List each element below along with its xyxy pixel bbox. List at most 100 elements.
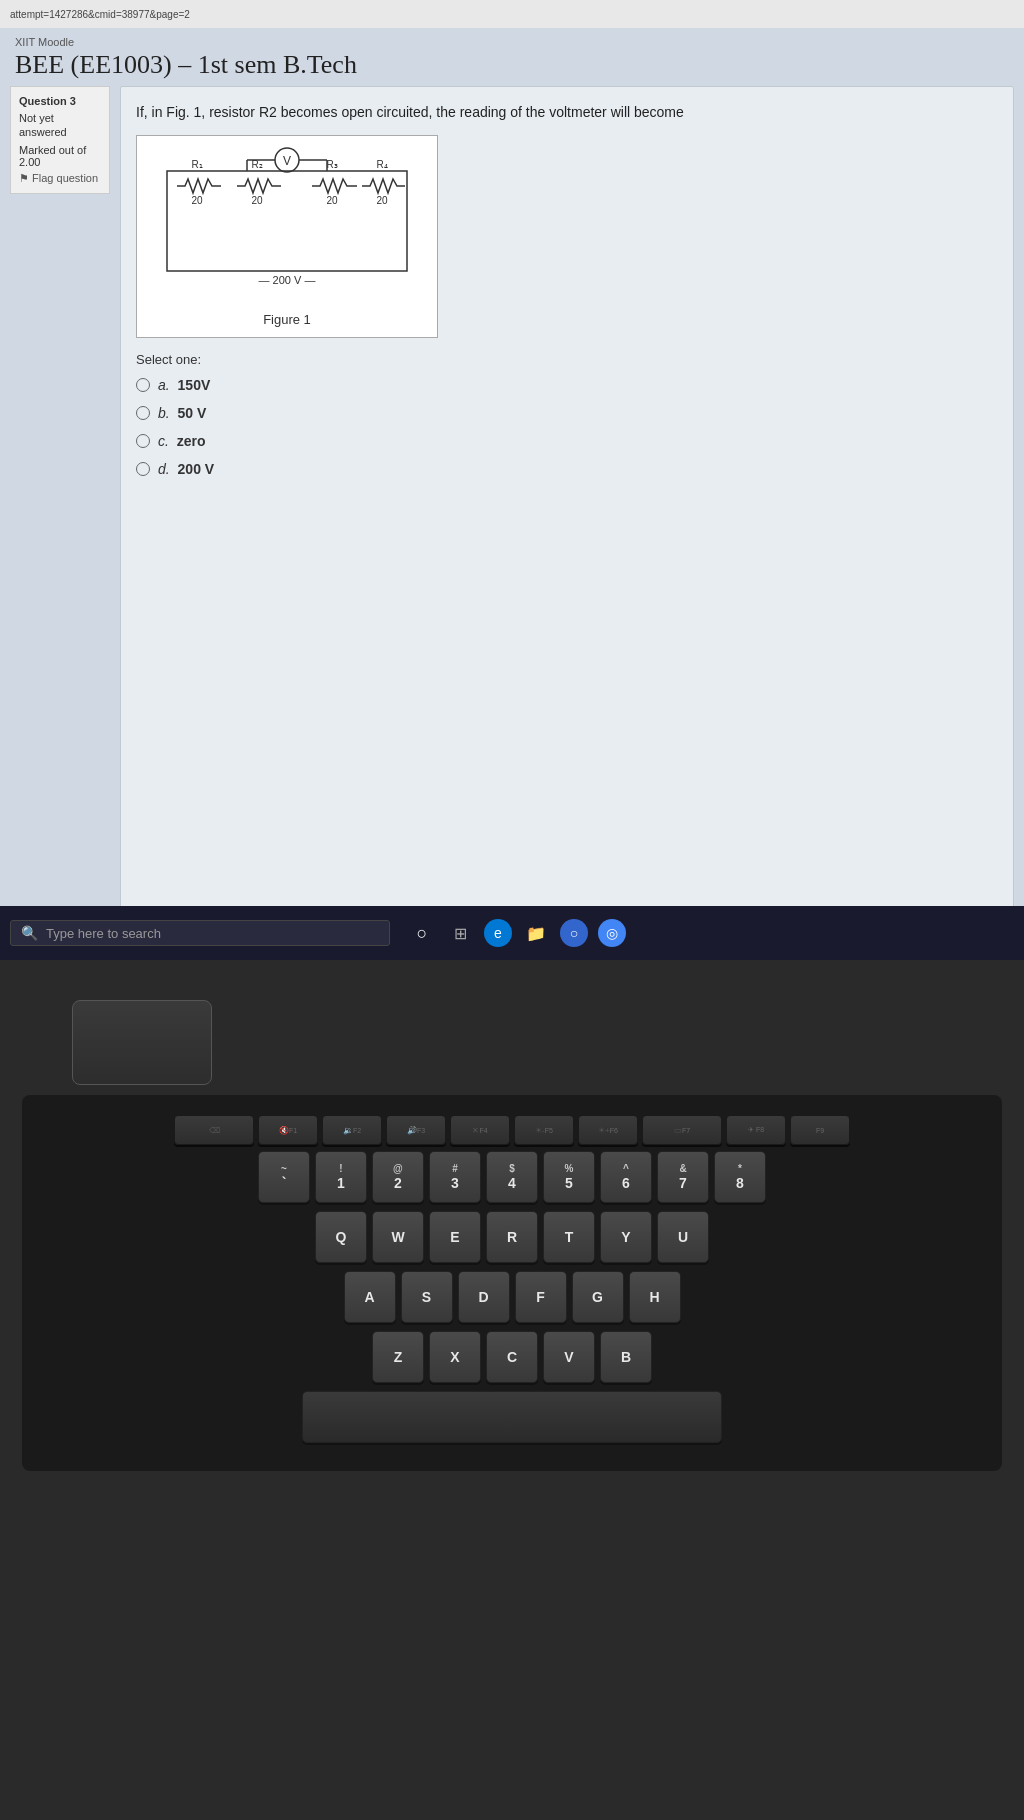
taskbar: 🔍 Type here to search ○ ⊞ e 📁 ○ ◎ — [0, 906, 1024, 960]
number-key-row: ~` !1 @2 #3 $4 %5 ^6 &7 — [37, 1151, 987, 1203]
question-status: Not yet answered — [19, 111, 101, 140]
key-2[interactable]: @2 — [372, 1151, 424, 1203]
option-c-row[interactable]: c. zero — [136, 433, 998, 449]
edge-browser-icon[interactable]: e — [484, 919, 512, 947]
key-1[interactable]: !1 — [315, 1151, 367, 1203]
keyboard-area: ⌫ 🔇 F1 🔉 F2 🔊 F3 ✕ F4 ☀- F5 ☀+ — [0, 960, 1024, 1820]
search-icon: 🔍 — [21, 925, 38, 941]
key-x[interactable]: X — [429, 1331, 481, 1383]
page-title: BEE (EE1003) – 1st sem B.Tech — [15, 50, 1009, 80]
sidebar: Question 3 Not yet answered Marked out o… — [10, 86, 110, 946]
option-d-row[interactable]: d. 200 V — [136, 461, 998, 477]
option-d-radio[interactable] — [136, 462, 150, 476]
fn-key-f5[interactable]: ☀- F5 — [514, 1115, 574, 1145]
option-c-radio[interactable] — [136, 434, 150, 448]
fn-key-f2[interactable]: 🔉 F2 — [322, 1115, 382, 1145]
key-8[interactable]: *8 — [714, 1151, 766, 1203]
key-t[interactable]: T — [543, 1211, 595, 1263]
option-a-radio[interactable] — [136, 378, 150, 392]
circuit-svg: V R₁ 20 R₂ — [147, 146, 427, 306]
moodle-header: XIIT Moodle BEE (EE1003) – 1st sem B.Tec… — [0, 28, 1024, 86]
key-7[interactable]: &7 — [657, 1151, 709, 1203]
key-r[interactable]: R — [486, 1211, 538, 1263]
option-a-label: a. 150V — [158, 377, 210, 393]
start-button[interactable]: ○ — [408, 919, 436, 947]
content-area: Question 3 Not yet answered Marked out o… — [0, 86, 1024, 946]
select-one-label: Select one: — [136, 352, 998, 367]
key-f[interactable]: F — [515, 1271, 567, 1323]
chrome-icon[interactable]: ◎ — [598, 919, 626, 947]
key-b[interactable]: B — [600, 1331, 652, 1383]
search-input-placeholder[interactable]: Type here to search — [46, 926, 161, 941]
key-z[interactable]: Z — [372, 1331, 424, 1383]
question-number: Question 3 — [19, 95, 101, 107]
svg-text:V: V — [283, 154, 291, 168]
browser-url: attempt=1427286&cmid=38977&page=2 — [10, 9, 190, 20]
svg-text:20: 20 — [191, 195, 203, 206]
fn-key-f3[interactable]: 🔊 F3 — [386, 1115, 446, 1145]
question-text: If, in Fig. 1, resistor R2 becomes open … — [136, 102, 998, 123]
keyboard: ⌫ 🔇 F1 🔉 F2 🔊 F3 ✕ F4 ☀- F5 ☀+ — [22, 1095, 1002, 1471]
key-u[interactable]: U — [657, 1211, 709, 1263]
screen-area: attempt=1427286&cmid=38977&page=2 XIIT M… — [0, 0, 1024, 960]
svg-text:R₃: R₃ — [326, 159, 337, 170]
fn-key-f8[interactable]: ✈ F8 — [726, 1115, 786, 1145]
key-q[interactable]: Q — [315, 1211, 367, 1263]
space-key[interactable] — [302, 1391, 722, 1443]
qwerty-key-row: Q W E R T Y U — [37, 1211, 987, 1263]
key-4[interactable]: $4 — [486, 1151, 538, 1203]
circuit-diagram: V R₁ 20 R₂ — [136, 135, 438, 338]
svg-text:R₄: R₄ — [376, 159, 387, 170]
fn-key-f9[interactable]: F9 — [790, 1115, 850, 1145]
flag-question-button[interactable]: ⚑ Flag question — [19, 172, 101, 185]
taskbar-search-bar[interactable]: 🔍 Type here to search — [10, 920, 390, 946]
svg-text:20: 20 — [326, 195, 338, 206]
option-b-label: b. 50 V — [158, 405, 206, 421]
question-container: If, in Fig. 1, resistor R2 becomes open … — [120, 86, 1014, 946]
browser-bar: attempt=1427286&cmid=38977&page=2 — [0, 0, 1024, 28]
key-6[interactable]: ^6 — [600, 1151, 652, 1203]
fn-key-f7[interactable]: ▭ F7 — [642, 1115, 722, 1145]
fn-key-f4[interactable]: ✕ F4 — [450, 1115, 510, 1145]
figure-label: Figure 1 — [147, 312, 427, 327]
key-c[interactable]: C — [486, 1331, 538, 1383]
fn-key-row: ⌫ 🔇 F1 🔉 F2 🔊 F3 ✕ F4 ☀- F5 ☀+ — [37, 1115, 987, 1145]
key-v[interactable]: V — [543, 1331, 595, 1383]
key-g[interactable]: G — [572, 1271, 624, 1323]
svg-text:— 200 V —: — 200 V — — [259, 274, 316, 286]
trackpad[interactable] — [72, 1000, 212, 1085]
sidebar-card: Question 3 Not yet answered Marked out o… — [10, 86, 110, 194]
svg-text:R₁: R₁ — [191, 159, 202, 170]
key-y[interactable]: Y — [600, 1211, 652, 1263]
moodle-brand: XIIT Moodle — [15, 36, 1009, 48]
cortana-icon[interactable]: ○ — [560, 919, 588, 947]
file-explorer-icon[interactable]: 📁 — [522, 919, 550, 947]
svg-text:20: 20 — [251, 195, 263, 206]
svg-rect-2 — [167, 171, 407, 271]
svg-text:20: 20 — [376, 195, 388, 206]
key-h[interactable]: H — [629, 1271, 681, 1323]
space-key-row — [37, 1391, 987, 1443]
option-b-row[interactable]: b. 50 V — [136, 405, 998, 421]
key-s[interactable]: S — [401, 1271, 453, 1323]
zxcv-key-row: Z X C V B — [37, 1331, 987, 1383]
option-c-label: c. zero — [158, 433, 206, 449]
option-b-radio[interactable] — [136, 406, 150, 420]
asdf-key-row: A S D F G H — [37, 1271, 987, 1323]
fn-key-f6[interactable]: ☀+ F6 — [578, 1115, 638, 1145]
task-view-button[interactable]: ⊞ — [446, 919, 474, 947]
key-a[interactable]: A — [344, 1271, 396, 1323]
option-a-row[interactable]: a. 150V — [136, 377, 998, 393]
fn-key-f1[interactable]: 🔇 F1 — [258, 1115, 318, 1145]
key-5[interactable]: %5 — [543, 1151, 595, 1203]
marks-info: Marked out of 2.00 — [19, 144, 101, 168]
svg-text:R₂: R₂ — [251, 159, 262, 170]
option-d-label: d. 200 V — [158, 461, 214, 477]
key-e[interactable]: E — [429, 1211, 481, 1263]
taskbar-icons: ○ ⊞ e 📁 ○ ◎ — [408, 919, 626, 947]
key-w[interactable]: W — [372, 1211, 424, 1263]
key-3[interactable]: #3 — [429, 1151, 481, 1203]
key-backtick[interactable]: ~` — [258, 1151, 310, 1203]
key-d[interactable]: D — [458, 1271, 510, 1323]
fn-key-esc[interactable]: ⌫ — [174, 1115, 254, 1145]
